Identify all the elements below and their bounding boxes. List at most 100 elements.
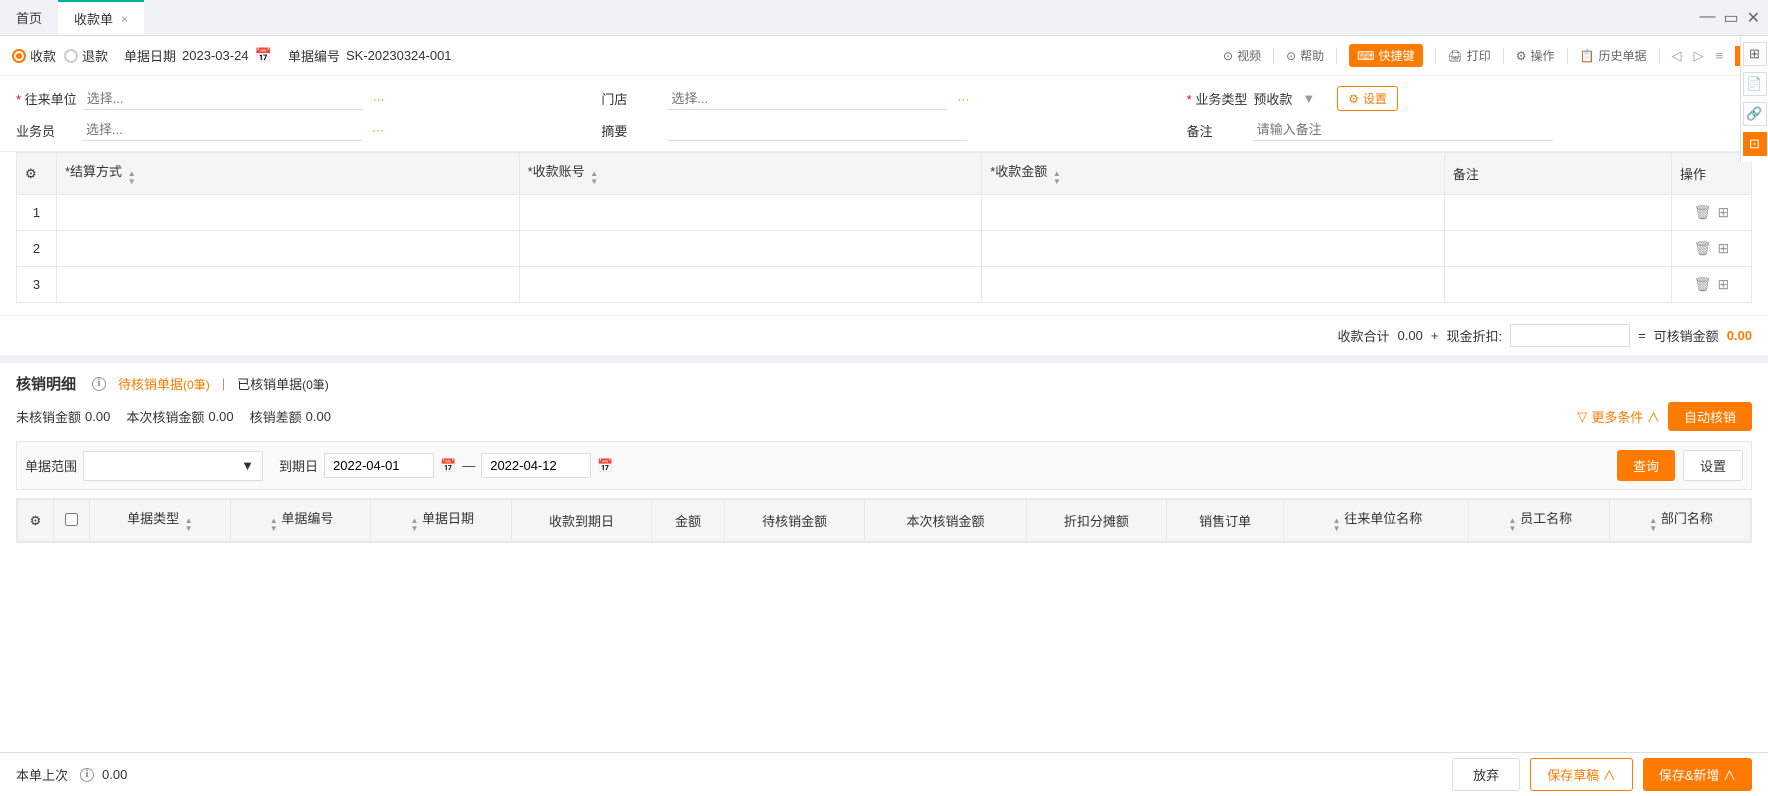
- summary-input[interactable]: [667, 119, 967, 141]
- biz-type-value: 预收款: [1253, 89, 1292, 108]
- row-3-remark[interactable]: [1444, 267, 1671, 303]
- row-3-settlement[interactable]: [57, 267, 520, 303]
- date-range-separator: —: [462, 458, 475, 473]
- start-date-input[interactable]: [324, 453, 434, 478]
- start-calendar-icon[interactable]: 📅: [440, 458, 456, 474]
- action-shortcut[interactable]: ⌨ 快捷键: [1349, 44, 1422, 67]
- stat-unpaid-label: 未核销金额: [16, 407, 81, 426]
- right-panel-expand-icon[interactable]: ⊡: [1743, 132, 1767, 156]
- save-new-button[interactable]: 保存&新增 ∧: [1643, 758, 1752, 791]
- auto-verify-button[interactable]: 自动核销: [1668, 402, 1752, 431]
- more-conditions-btn[interactable]: ▽ 更多条件 ∧: [1577, 407, 1660, 426]
- divider-6: [1659, 48, 1660, 64]
- row-1-amount[interactable]: [982, 195, 1445, 231]
- query-button[interactable]: 查询: [1617, 450, 1675, 481]
- tab-close-icon[interactable]: ×: [121, 12, 128, 26]
- row-3-account[interactable]: [519, 267, 982, 303]
- verify-info-icon[interactable]: ℹ: [92, 377, 106, 391]
- row-3-actions: 🗑 ⊞: [1680, 276, 1743, 293]
- divider-2: [1336, 48, 1337, 64]
- abandon-button[interactable]: 放弃: [1452, 758, 1520, 791]
- row-2-account[interactable]: [519, 231, 982, 267]
- row-1-remark[interactable]: [1444, 195, 1671, 231]
- row-3-copy-icon[interactable]: ⊞: [1718, 276, 1730, 293]
- remark-input[interactable]: [1253, 119, 1553, 141]
- end-calendar-icon[interactable]: 📅: [597, 458, 613, 474]
- biz-type-dropdown-icon[interactable]: ▼: [1302, 91, 1315, 106]
- shortcut-label: 快捷键: [1378, 47, 1414, 64]
- row-1-delete-icon[interactable]: 🗑: [1694, 204, 1712, 221]
- tab-home[interactable]: 首页: [0, 0, 58, 35]
- tab-pending[interactable]: 待核销单据(0筆): [118, 374, 210, 393]
- radio-refund-label: 退款: [82, 46, 108, 65]
- row-1-copy-icon[interactable]: ⊞: [1718, 204, 1730, 221]
- end-date-input[interactable]: [481, 453, 591, 478]
- store-more-icon[interactable]: ···: [957, 92, 969, 106]
- tab-active-receipt[interactable]: 收款单 ×: [58, 0, 144, 35]
- right-panel-doc-icon[interactable]: 📄: [1743, 72, 1767, 96]
- save-draft-button[interactable]: 保存草稿 ∧: [1530, 758, 1633, 791]
- doc-date-value[interactable]: 2023-03-24: [182, 48, 249, 63]
- row-1-account[interactable]: [519, 195, 982, 231]
- prev-next-info-icon[interactable]: ℹ: [80, 768, 94, 782]
- summary-label: 摘要: [601, 121, 661, 140]
- right-panel-link-icon[interactable]: 🔗: [1743, 102, 1767, 126]
- row-2-remark[interactable]: [1444, 231, 1671, 267]
- row-2-delete-icon[interactable]: 🗑: [1694, 240, 1712, 257]
- window-close-icon[interactable]: ✕: [1747, 8, 1760, 28]
- stat-diff-label: 核销差额: [250, 407, 302, 426]
- row-2-amount[interactable]: [982, 231, 1445, 267]
- divider-3: [1435, 48, 1436, 64]
- help-icon: ⊙: [1286, 49, 1296, 63]
- staff-more-icon[interactable]: ···: [372, 123, 384, 137]
- table-settlement-header: *结算方式 ▲▼: [57, 153, 520, 195]
- detail-settings-button[interactable]: 设置: [1683, 450, 1743, 481]
- calendar-icon[interactable]: 📅: [255, 47, 272, 64]
- row-2-copy-icon[interactable]: ⊞: [1718, 240, 1730, 257]
- discount-input[interactable]: [1510, 324, 1630, 347]
- action-help[interactable]: ⊙ 帮助: [1286, 47, 1324, 64]
- equals-label: =: [1638, 328, 1646, 343]
- row-1-settlement[interactable]: [57, 195, 520, 231]
- tab-done[interactable]: 已核销单据(0筆): [237, 374, 329, 393]
- row-3-delete-icon[interactable]: 🗑: [1694, 276, 1712, 293]
- select-all-checkbox[interactable]: [65, 513, 78, 526]
- settings-button[interactable]: ⚙ 设置: [1337, 86, 1398, 111]
- layout-list-icon[interactable]: ≡: [1716, 48, 1724, 63]
- range-select[interactable]: ▼: [83, 451, 263, 481]
- radio-receipt[interactable]: 收款: [12, 46, 56, 65]
- radio-refund[interactable]: 退款: [64, 46, 108, 65]
- layout-next-icon[interactable]: ▷: [1694, 48, 1704, 64]
- divider-5: [1567, 48, 1568, 64]
- divider-1: [1273, 48, 1274, 64]
- action-operate[interactable]: ⚙ 操作: [1516, 47, 1555, 64]
- staff-sort-icon: ▲▼: [1509, 517, 1517, 533]
- right-panel-table-icon[interactable]: ⊞: [1743, 42, 1767, 66]
- prev-next-label: 本单上次: [16, 765, 68, 784]
- doc-num-label: 单据编号: [288, 46, 340, 65]
- range-label: 单据范围: [25, 456, 77, 475]
- video-icon: ⊙: [1223, 49, 1233, 63]
- doc-num-field: 单据编号 SK-20230324-001: [288, 46, 452, 65]
- counterparty-more-icon[interactable]: ···: [373, 92, 385, 106]
- action-video[interactable]: ⊙ 视频: [1223, 47, 1261, 64]
- row-2-settlement[interactable]: [57, 231, 520, 267]
- detail-pending-header: 待核销金额: [725, 500, 865, 542]
- shortcut-icon: ⌨: [1357, 49, 1374, 63]
- row-1-actions: 🗑 ⊞: [1680, 204, 1743, 221]
- action-print[interactable]: 🖨 打印: [1448, 47, 1491, 64]
- row-3-amount[interactable]: [982, 267, 1445, 303]
- home-label: 首页: [16, 8, 42, 27]
- window-minimize-icon[interactable]: —: [1699, 8, 1715, 28]
- action-history[interactable]: 📋 历史单据: [1580, 47, 1647, 64]
- window-maximize-icon[interactable]: ▭: [1723, 8, 1738, 28]
- detail-gear-header[interactable]: ⚙: [18, 500, 54, 542]
- counterparty-input[interactable]: [83, 88, 363, 110]
- tab-bar: 首页 收款单 × — ▭ ✕: [0, 0, 1768, 36]
- detail-checkbox-header[interactable]: [54, 500, 90, 542]
- doc-num-value: SK-20230324-001: [346, 48, 452, 63]
- layout-prev-icon[interactable]: ◁: [1672, 48, 1682, 64]
- staff-input[interactable]: [82, 119, 362, 141]
- table-gear-header[interactable]: ⚙: [17, 153, 57, 195]
- store-input[interactable]: [667, 88, 947, 110]
